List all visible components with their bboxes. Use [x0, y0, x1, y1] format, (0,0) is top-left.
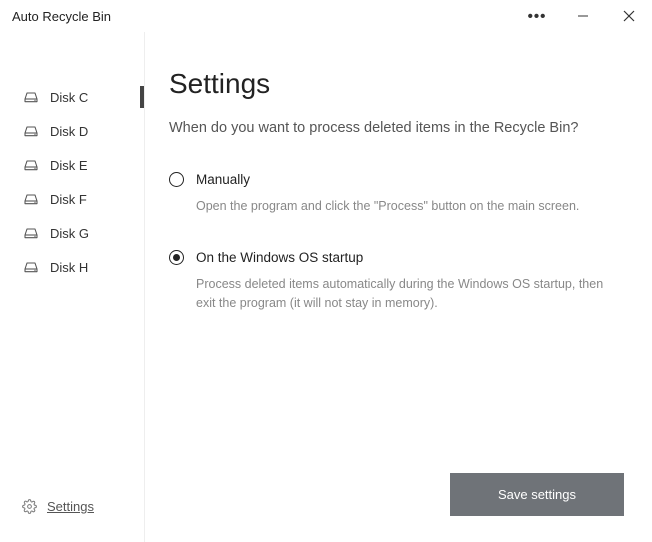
sidebar-item-disk[interactable]: Disk H — [0, 250, 144, 284]
sidebar-item-disk[interactable]: Disk G — [0, 216, 144, 250]
sidebar-item-label: Disk C — [50, 90, 88, 105]
disk-icon — [22, 159, 40, 171]
sidebar-item-disk[interactable]: Disk D — [0, 114, 144, 148]
option-description: Process deleted items automatically duri… — [196, 275, 606, 313]
radio-button[interactable] — [169, 172, 184, 187]
disk-icon — [22, 227, 40, 239]
radio-button[interactable] — [169, 250, 184, 265]
disk-icon — [22, 125, 40, 137]
sidebar: Disk C Disk D Disk E Disk F Disk G Disk H Set… — [0, 32, 145, 542]
minimize-icon — [577, 10, 589, 22]
sidebar-list: Disk C Disk D Disk E Disk F Disk G Disk H — [0, 80, 144, 499]
option: Manually Open the program and click the "… — [169, 172, 628, 216]
page-title: Settings — [169, 68, 628, 100]
option-label: On the Windows OS startup — [196, 250, 363, 265]
disk-icon — [22, 193, 40, 205]
disk-icon — [22, 261, 40, 273]
options-group: Manually Open the program and click the "… — [169, 172, 628, 346]
minimize-button[interactable] — [560, 0, 606, 32]
close-button[interactable] — [606, 0, 652, 32]
sidebar-item-label: Disk H — [50, 260, 88, 275]
app-title: Auto Recycle Bin — [12, 9, 111, 24]
sidebar-item-label: Disk G — [50, 226, 89, 241]
more-button[interactable]: ••• — [514, 0, 560, 32]
sidebar-item-label: Disk E — [50, 158, 88, 173]
window-controls: ••• — [514, 0, 652, 32]
sidebar-item-disk[interactable]: Disk C — [0, 80, 144, 114]
settings-link-label: Settings — [47, 499, 94, 514]
sidebar-item-label: Disk D — [50, 124, 88, 139]
save-settings-button[interactable]: Save settings — [450, 473, 624, 516]
option: On the Windows OS startup Process deleted… — [169, 250, 628, 313]
sidebar-item-label: Disk F — [50, 192, 87, 207]
question-text: When do you want to process deleted item… — [169, 118, 599, 138]
sidebar-item-disk[interactable]: Disk E — [0, 148, 144, 182]
close-icon — [623, 10, 635, 22]
option-radio-row[interactable]: Manually — [169, 172, 628, 187]
settings-link[interactable]: Settings — [22, 499, 144, 514]
option-label: Manually — [196, 172, 250, 187]
option-description: Open the program and click the "Process"… — [196, 197, 606, 216]
titlebar: Auto Recycle Bin ••• — [0, 0, 652, 32]
disk-icon — [22, 91, 40, 103]
option-radio-row[interactable]: On the Windows OS startup — [169, 250, 628, 265]
sidebar-item-disk[interactable]: Disk F — [0, 182, 144, 216]
gear-icon — [22, 499, 37, 514]
content-panel: Settings When do you want to process del… — [145, 32, 652, 542]
